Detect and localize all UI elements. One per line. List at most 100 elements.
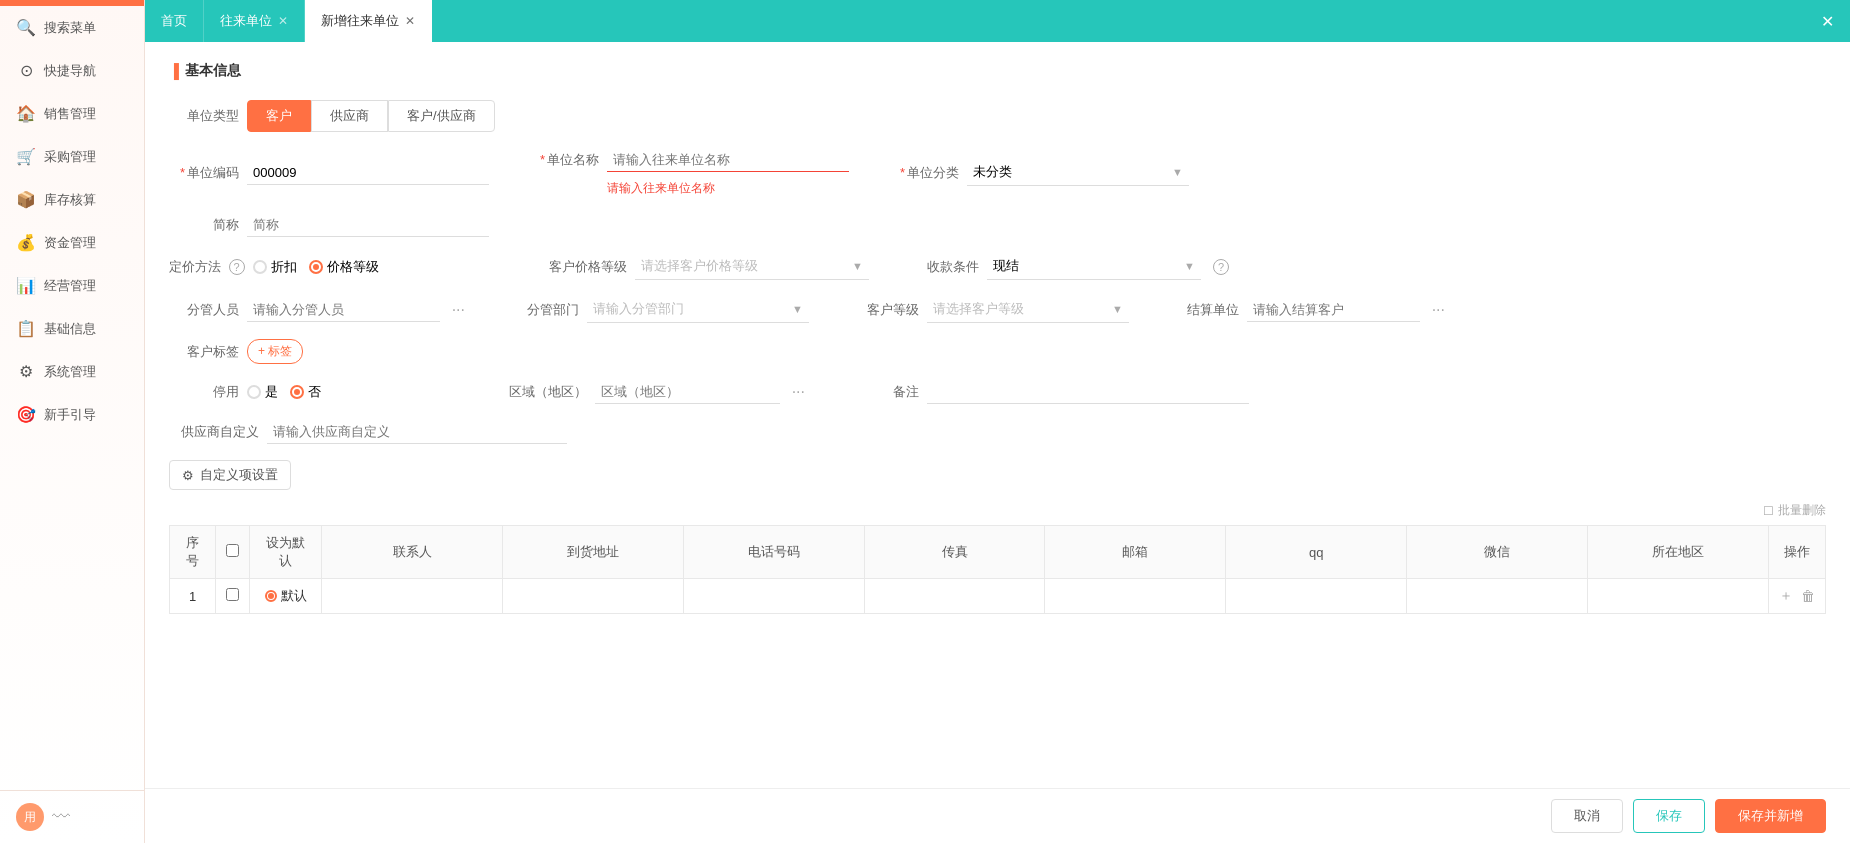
row-default: 默认 [250,579,322,614]
row-email[interactable] [1045,579,1226,614]
pricing-row: 定价方法 ? 折扣 价格等级 客户价格等级 请选择客户价 [169,253,1826,280]
tab-new-trade-unit-close[interactable]: ✕ [405,14,415,28]
customer-price-level-select[interactable]: 请选择客户价格等级 ▼ [635,253,869,280]
settlement-unit-more-icon[interactable]: ··· [1428,301,1449,319]
sidebar-item-purchase[interactable]: 🛒 采购管理 [0,135,144,178]
row-region[interactable] [1588,579,1769,614]
row-wechat[interactable] [1407,579,1588,614]
close-all-tabs-button[interactable]: ✕ [1805,0,1850,42]
footer-bar: 取消 保存 保存并新增 [145,788,1850,843]
custom-settings-button[interactable]: ⚙ 自定义项设置 [169,460,291,490]
unit-type-customer-button[interactable]: 客户 [247,100,311,132]
supplier-custom-label: 供应商自定义 [169,423,259,441]
pricing-radio-group: 折扣 价格等级 [253,258,379,276]
sidebar: 🔍 搜索菜单 ⊙ 快捷导航 🏠 销售管理 🛒 采购管理 📦 库存核算 💰 资金管… [0,0,145,843]
short-name-group: 简称 [169,213,489,237]
row-contact[interactable] [322,579,503,614]
disabled-no-radio[interactable]: 否 [290,383,321,401]
region-more-icon[interactable]: ··· [788,383,809,401]
discount-label: 折扣 [271,258,297,276]
cancel-button[interactable]: 取消 [1551,799,1623,833]
sidebar-item-operations[interactable]: 📊 经营管理 [0,264,144,307]
unit-category-label: *单位分类 [889,164,959,182]
pricing-discount-radio[interactable]: 折扣 [253,258,297,276]
row-qq[interactable] [1226,579,1407,614]
sidebar-item-basic-info[interactable]: 📋 基础信息 [0,307,144,350]
disabled-yes-radio[interactable]: 是 [247,383,278,401]
phone-input[interactable] [694,589,854,604]
sidebar-item-inventory[interactable]: 📦 库存核算 [0,178,144,221]
email-input[interactable] [1055,589,1215,604]
department-group: 分管部门 请输入分管部门 ▼ [509,296,809,323]
sidebar-item-sales[interactable]: 🏠 销售管理 [0,92,144,135]
add-tag-label: + 标签 [258,343,292,360]
tab-home[interactable]: 首页 [145,0,204,42]
unit-type-label: 单位类型 [169,107,239,125]
qq-input[interactable] [1236,589,1396,604]
add-tag-button[interactable]: + 标签 [247,339,303,364]
sidebar-item-quick-nav[interactable]: ⊙ 快捷导航 [0,49,144,92]
unit-type-row: 单位类型 客户 供应商 客户/供应商 [169,100,1826,132]
delete-row-button[interactable]: 🗑 [1801,588,1815,604]
settlement-unit-input[interactable] [1247,298,1420,322]
sidebar-item-label: 基础信息 [44,320,96,338]
unit-type-supplier-button[interactable]: 供应商 [311,100,388,132]
row-fax[interactable] [864,579,1045,614]
col-no: 序号 [170,526,216,579]
col-check [216,526,250,579]
sidebar-item-search[interactable]: 🔍 搜索菜单 [0,6,144,49]
save-button[interactable]: 保存 [1633,799,1705,833]
department-placeholder: 请输入分管部门 [593,300,684,318]
tab-new-trade-unit-label: 新增往来单位 [321,12,399,30]
remarks-input[interactable] [927,380,1249,404]
payment-terms-select[interactable]: 现结 ▼ [987,253,1201,280]
tab-trade-units-close[interactable]: ✕ [278,14,288,28]
unit-code-label: *单位编码 [169,164,239,182]
save-and-new-button[interactable]: 保存并新增 [1715,799,1826,833]
sidebar-bottom: 用 〰 [0,790,144,843]
fax-input[interactable] [875,589,1035,604]
sidebar-item-finance[interactable]: 💰 资金管理 [0,221,144,264]
short-name-input[interactable] [247,213,489,237]
unit-category-select[interactable]: 未分类 ▼ [967,159,1189,186]
customer-level-select[interactable]: 请选择客户等级 ▼ [927,296,1129,323]
unit-category-group: *单位分类 未分类 ▼ [889,159,1189,186]
row-checkbox[interactable] [226,588,239,601]
supervisor-input[interactable] [247,298,440,322]
payment-help-icon[interactable]: ? [1213,259,1229,275]
guide-icon: 🎯 [16,405,36,424]
level-radio-circle [309,260,323,274]
tab-new-trade-unit[interactable]: 新增往来单位 ✕ [305,0,432,42]
customer-tag-label: 客户标签 [169,343,239,361]
batch-delete-button[interactable]: ☐ 批量删除 [1763,502,1826,519]
unit-name-input[interactable] [607,148,849,172]
select-all-checkbox[interactable] [226,544,239,557]
pricing-help-icon[interactable]: ? [229,259,245,275]
region-input[interactable] [1598,589,1758,604]
unit-type-both-button[interactable]: 客户/供应商 [388,100,495,132]
sidebar-item-system[interactable]: ⚙ 系统管理 [0,350,144,393]
section-title: 基本信息 [185,62,241,80]
add-row-button[interactable]: ＋ [1779,587,1793,605]
unit-code-input[interactable] [247,161,489,185]
unit-name-label: *单位名称 [529,151,599,169]
sidebar-item-guide[interactable]: 🎯 新手引导 [0,393,144,436]
tab-trade-units[interactable]: 往来单位 ✕ [204,0,305,42]
supplier-custom-input[interactable] [267,420,567,444]
supplier-custom-row: 供应商自定义 [169,420,1826,444]
region-input[interactable] [595,380,780,404]
row-address[interactable] [502,579,683,614]
disabled-no-circle [290,385,304,399]
supervisor-more-icon[interactable]: ··· [448,301,469,319]
sales-icon: 🏠 [16,104,36,123]
content-area: ▐ 基本信息 单位类型 客户 供应商 客户/供应商 *单位编码 [145,42,1850,788]
department-select[interactable]: 请输入分管部门 ▼ [587,296,809,323]
contact-input[interactable] [332,589,492,604]
row-phone[interactable] [683,579,864,614]
search-icon: 🔍 [16,18,36,37]
address-input[interactable] [513,589,673,604]
customer-tag-group: 客户标签 + 标签 [169,339,1826,364]
wechat-input[interactable] [1417,589,1577,604]
pricing-level-radio[interactable]: 价格等级 [309,258,379,276]
customer-price-level-placeholder: 请选择客户价格等级 [641,257,758,275]
